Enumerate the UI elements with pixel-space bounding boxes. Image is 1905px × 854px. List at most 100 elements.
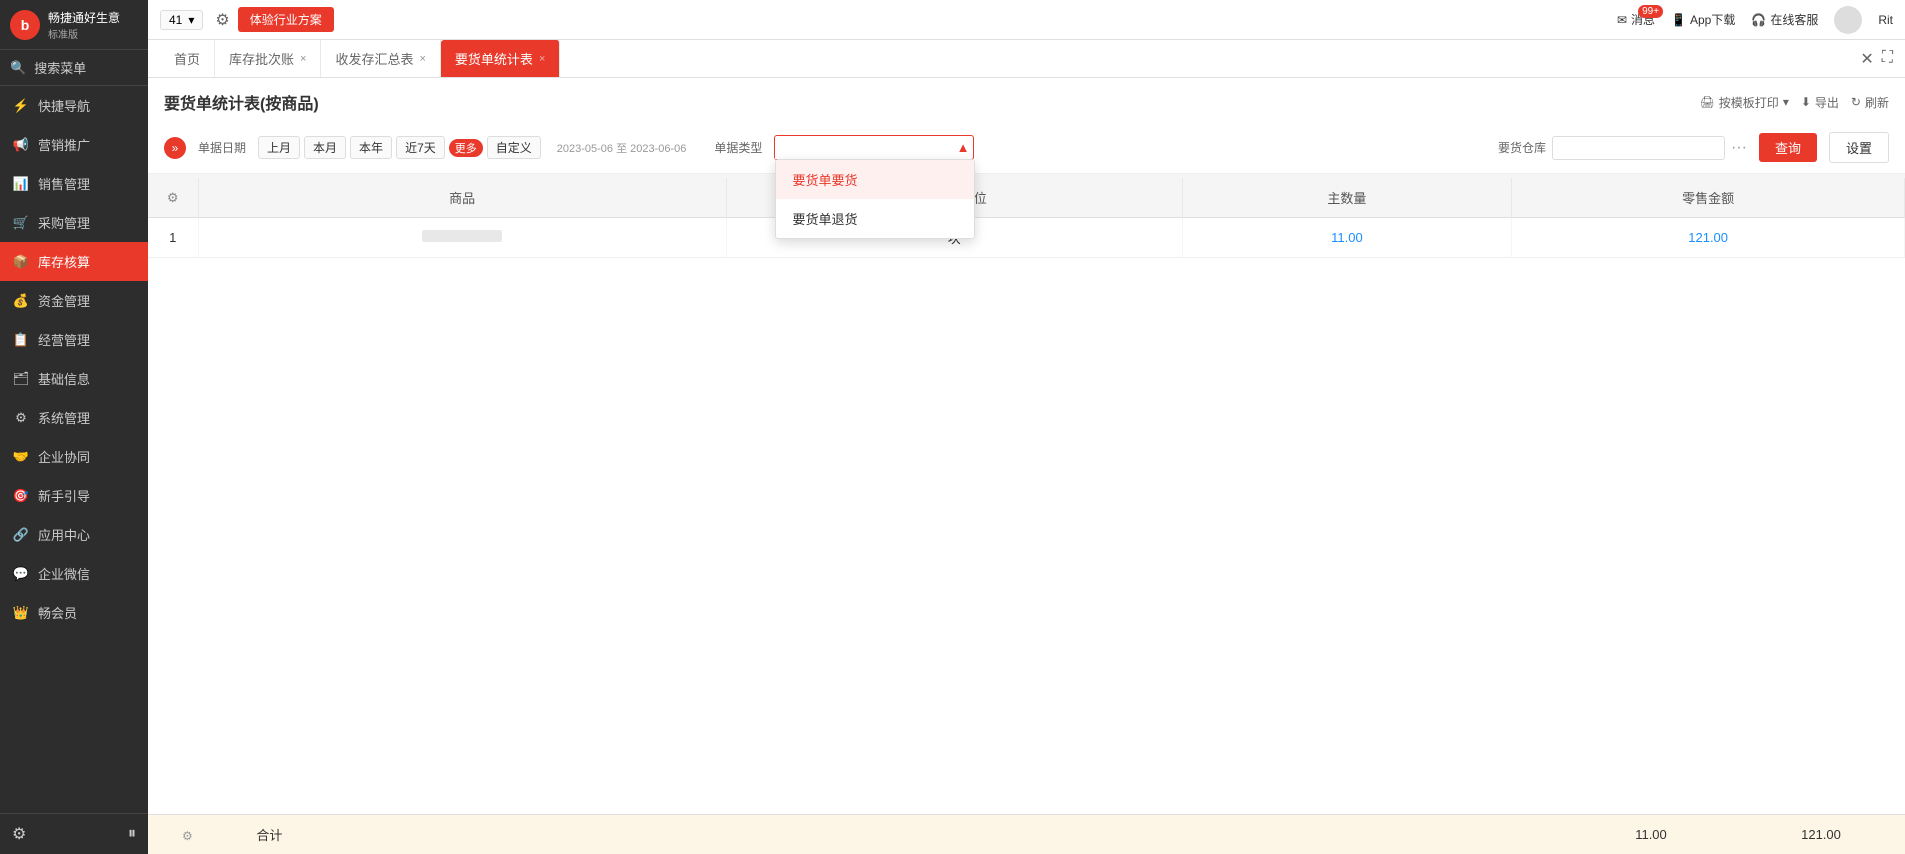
sidebar-item-purchase[interactable]: 🛒 采购管理 <box>0 203 148 242</box>
query-button[interactable]: 查询 <box>1759 133 1817 162</box>
sidebar-item-label: 新手引导 <box>38 486 90 505</box>
search-label: 搜索菜单 <box>34 58 86 77</box>
store-selector[interactable]: 41 ▾ <box>160 10 203 30</box>
export-button[interactable]: ⬇ 导出 <box>1801 94 1839 111</box>
expand-icon: » <box>172 141 179 155</box>
amount-col-header: 零售金额 <box>1512 178 1905 218</box>
online-service-button[interactable]: 🎧 在线客服 <box>1751 11 1818 28</box>
sidebar-item-finance[interactable]: 💰 资金管理 <box>0 281 148 320</box>
tab-receive-summary-close[interactable]: × <box>419 53 425 65</box>
sidebar-search[interactable]: 🔍 搜索菜单 <box>0 50 148 86</box>
user-avatar[interactable] <box>1834 6 1862 34</box>
sidebar-bottom: ⚙ ⏸ <box>0 813 148 854</box>
sidebar-item-enterprise[interactable]: 🤝 企业协同 <box>0 437 148 476</box>
sidebar-item-marketing[interactable]: 📢 营销推广 <box>0 125 148 164</box>
headset-icon: 🎧 <box>1751 13 1766 27</box>
print-expand-icon: ▾ <box>1783 95 1789 109</box>
sidebar: b 畅捷通好生意 标准版 🔍 搜索菜单 ⚡ 快捷导航 📢 营销推广 📊 销售管理… <box>0 0 148 854</box>
vip-icon: 👑 <box>12 605 30 621</box>
more-filter-btn[interactable]: ··· <box>1731 139 1747 157</box>
settings-bottom-icon[interactable]: ⚙ <box>12 824 26 844</box>
row-product <box>198 218 726 258</box>
sidebar-item-vip[interactable]: 👑 畅会员 <box>0 593 148 632</box>
print-button[interactable]: 🖨 按模板打印 ▾ <box>1700 94 1789 111</box>
filter-expand-button[interactable]: » <box>164 137 186 159</box>
type-filter-input[interactable] <box>775 137 952 159</box>
settings-col-header[interactable]: ⚙ <box>148 178 198 218</box>
sidebar-item-inventory[interactable]: 📦 库存核算 <box>0 242 148 281</box>
export-label: 导出 <box>1815 94 1839 111</box>
date-filter-label: 单据日期 <box>198 139 246 156</box>
app-label: App下载 <box>1690 11 1735 28</box>
pause-bottom-icon[interactable]: ⏸ <box>128 825 136 843</box>
sidebar-item-app-center[interactable]: 🔗 应用中心 <box>0 515 148 554</box>
dropdown-item-order-goods[interactable]: 要货单要货 <box>776 160 974 199</box>
fullscreen-icon[interactable]: ⛶ <box>1882 49 1893 69</box>
tab-order-stats-close[interactable]: × <box>539 53 545 65</box>
type-dropdown-arrow[interactable]: ▲ <box>953 136 974 159</box>
message-button[interactable]: ✉ 消息 99+ <box>1617 11 1655 28</box>
sidebar-item-sales[interactable]: 📊 销售管理 <box>0 164 148 203</box>
sidebar-item-label: 快捷导航 <box>38 96 90 115</box>
last-7days-btn[interactable]: 近7天 <box>396 136 445 159</box>
this-month-btn[interactable]: 本月 <box>304 136 346 159</box>
sidebar-item-basics[interactable]: 🗂 基础信息 <box>0 359 148 398</box>
logo-icon: b <box>10 10 40 40</box>
refresh-button[interactable]: ↻ 刷新 <box>1851 94 1889 111</box>
sidebar-item-label: 经营管理 <box>38 330 90 349</box>
msg-badge: 99+ <box>1638 5 1663 18</box>
sidebar-item-label: 企业协同 <box>38 447 90 466</box>
sidebar-item-wechat[interactable]: 💬 企业微信 <box>0 554 148 593</box>
warehouse-filter-label: 要货仓库 <box>1498 139 1546 156</box>
basics-icon: 🗂 <box>12 371 30 387</box>
sidebar-item-label: 资金管理 <box>38 291 90 310</box>
topbar-settings-icon[interactable]: ⚙ <box>215 10 229 30</box>
dropdown-item-return-goods[interactable]: 要货单退货 <box>776 199 974 238</box>
sidebar-item-label: 企业微信 <box>38 564 90 583</box>
this-year-btn[interactable]: 本年 <box>350 136 392 159</box>
tab-inventory-batch-close[interactable]: × <box>300 53 306 65</box>
service-label: 在线客服 <box>1770 11 1818 28</box>
sidebar-item-system[interactable]: ⚙ 系统管理 <box>0 398 148 437</box>
refresh-label: 刷新 <box>1865 94 1889 111</box>
last-month-btn[interactable]: 上月 <box>258 136 300 159</box>
quantity-link[interactable]: 11.00 <box>1331 230 1363 245</box>
footer-quantity: 11.00 <box>1571 827 1731 842</box>
logo-text: 畅捷通好生意 标准版 <box>48 9 120 41</box>
quantity-col-header: 主数量 <box>1182 178 1512 218</box>
topbar-left: 41 ▾ ⚙ 体验行业方案 <box>160 7 334 32</box>
store-name: 41 <box>169 13 182 27</box>
tab-home[interactable]: 首页 <box>160 40 215 77</box>
tab-inventory-batch[interactable]: 库存批次账 × <box>215 40 321 77</box>
warehouse-filter-input[interactable] <box>1552 136 1725 160</box>
refresh-icon: ↻ <box>1851 95 1861 109</box>
purchase-icon: 🛒 <box>12 215 30 231</box>
app-download-button[interactable]: 📱 App下载 <box>1671 11 1735 28</box>
amount-link[interactable]: 121.00 <box>1688 230 1728 245</box>
sidebar-item-guide[interactable]: 🎯 新手引导 <box>0 476 148 515</box>
sidebar-item-label: 采购管理 <box>38 213 90 232</box>
operations-icon: 📋 <box>12 332 30 348</box>
product-col-header: 商品 <box>198 178 726 218</box>
sidebar-nav: ⚡ 快捷导航 📢 营销推广 📊 销售管理 🛒 采购管理 📦 库存核算 💰 资金管… <box>0 86 148 813</box>
more-dates-badge[interactable]: 更多 <box>449 139 483 157</box>
table-settings-icon[interactable]: ⚙ <box>167 190 179 205</box>
username-label: Rit <box>1878 13 1893 27</box>
main-content: 41 ▾ ⚙ 体验行业方案 ✉ 消息 99+ 📱 App下载 🎧 在线客服 Ri… <box>148 0 1905 854</box>
enterprise-icon: 🤝 <box>12 449 30 465</box>
inventory-icon: 📦 <box>12 254 30 270</box>
export-icon: ⬇ <box>1801 95 1811 109</box>
custom-date-btn[interactable]: 自定义 <box>487 136 541 159</box>
sidebar-item-quick-nav[interactable]: ⚡ 快捷导航 <box>0 86 148 125</box>
tab-order-stats[interactable]: 要货单统计表 × <box>441 40 560 77</box>
sidebar-item-operations[interactable]: 📋 经营管理 <box>0 320 148 359</box>
tab-receive-summary[interactable]: 收发存汇总表 × <box>321 40 440 77</box>
trial-button[interactable]: 体验行业方案 <box>238 7 334 32</box>
guide-icon: 🎯 <box>12 488 30 504</box>
system-icon: ⚙ <box>12 410 30 426</box>
settings-button[interactable]: 设置 <box>1829 132 1889 163</box>
date-filter-group: 上月 本月 本年 近7天 更多 自定义 <box>258 136 541 159</box>
close-tab-icon[interactable]: ✕ <box>1860 49 1873 69</box>
sales-icon: 📊 <box>12 176 30 192</box>
sidebar-item-label: 营销推广 <box>38 135 90 154</box>
